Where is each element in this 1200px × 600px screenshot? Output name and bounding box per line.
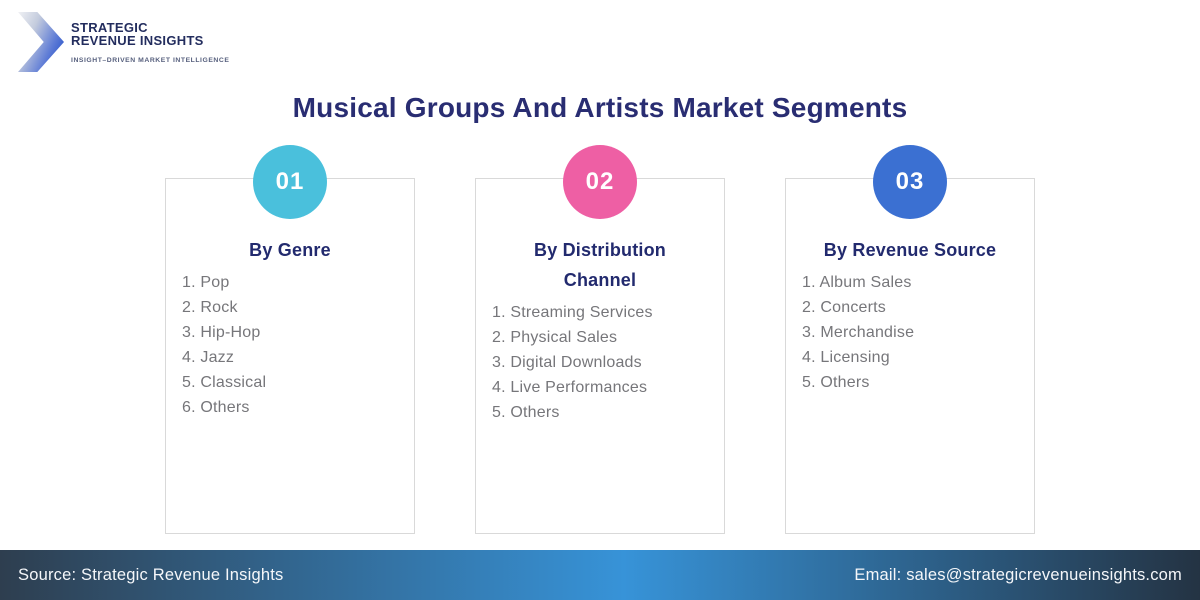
list-item: 1. Album Sales bbox=[802, 274, 912, 291]
segment-cards-row: 01 By Genre 1. Pop 2. Rock 3. Hip-Hop 4.… bbox=[0, 145, 1200, 534]
logo-name-line2: REVENUE INSIGHTS bbox=[71, 33, 204, 48]
page-title: Musical Groups And Artists Market Segmen… bbox=[292, 92, 908, 123]
segment-card-distribution-channel: 02 By Distribution Channel 1. Streaming … bbox=[475, 145, 725, 534]
list-item: 3. Digital Downloads bbox=[492, 354, 642, 371]
segment-number-badge-3: 03 bbox=[873, 145, 947, 219]
list-item: 5. Others bbox=[492, 404, 560, 421]
list-item: 3. Merchandise bbox=[802, 324, 915, 341]
segment-number-3: 03 bbox=[895, 168, 925, 195]
logo-name-line1: STRATEGIC bbox=[71, 19, 148, 35]
segment-title-revenue-source: By Revenue Source bbox=[823, 240, 997, 260]
list-item: 2. Concerts bbox=[802, 299, 887, 316]
list-item: 4. Licensing bbox=[802, 349, 890, 366]
segment-card-revenue-source: 03 By Revenue Source 1. Album Sales 2. C… bbox=[785, 145, 1035, 534]
segment-list-revenue-source: 1. Album Sales 2. Concerts 3. Merchandis… bbox=[786, 270, 1034, 395]
list-item: 5. Others bbox=[802, 374, 870, 391]
segment-title-genre: By Genre bbox=[249, 240, 331, 260]
footer-source-text: Source: Strategic Revenue Insights bbox=[18, 565, 284, 584]
segment-number-1: 01 bbox=[275, 168, 305, 195]
list-item: 5. Classical bbox=[182, 374, 267, 391]
list-item: 1. Streaming Services bbox=[492, 304, 653, 321]
segment-list-distribution-channel: 1. Streaming Services 2. Physical Sales … bbox=[476, 300, 724, 425]
logo-name: STRATEGIC REVENUE INSIGHTS bbox=[71, 19, 229, 48]
list-item: 6. Others bbox=[182, 399, 250, 416]
list-item: 3. Hip-Hop bbox=[182, 324, 261, 341]
segment-number-badge-1: 01 bbox=[253, 145, 327, 219]
list-item: 4. Live Performances bbox=[492, 379, 648, 396]
footer-email-text: Email: sales@strategicrevenueinsights.co… bbox=[854, 565, 1182, 584]
segment-title-distribution-channel: By Distribution Channel bbox=[534, 240, 666, 290]
segment-number-badge-2: 02 bbox=[563, 145, 637, 219]
segment-card-genre: 01 By Genre 1. Pop 2. Rock 3. Hip-Hop 4.… bbox=[165, 145, 415, 534]
segment-list-genre: 1. Pop 2. Rock 3. Hip-Hop 4. Jazz 5. Cla… bbox=[166, 270, 414, 420]
list-item: 4. Jazz bbox=[182, 349, 235, 366]
list-item: 2. Physical Sales bbox=[492, 329, 618, 346]
footer-bar: Source: Strategic Revenue Insights Email… bbox=[0, 550, 1200, 600]
logo-text: STRATEGIC REVENUE INSIGHTS INSIGHT–DRIVE… bbox=[71, 19, 230, 64]
list-item: 1. Pop bbox=[182, 274, 230, 291]
segment-number-2: 02 bbox=[585, 168, 615, 195]
list-item: 2. Rock bbox=[182, 299, 238, 316]
chevron-logo-icon bbox=[18, 12, 64, 72]
logo-tagline: INSIGHT–DRIVEN MARKET INTELLIGENCE bbox=[71, 56, 230, 64]
logo: STRATEGIC REVENUE INSIGHTS INSIGHT–DRIVE… bbox=[18, 12, 229, 72]
